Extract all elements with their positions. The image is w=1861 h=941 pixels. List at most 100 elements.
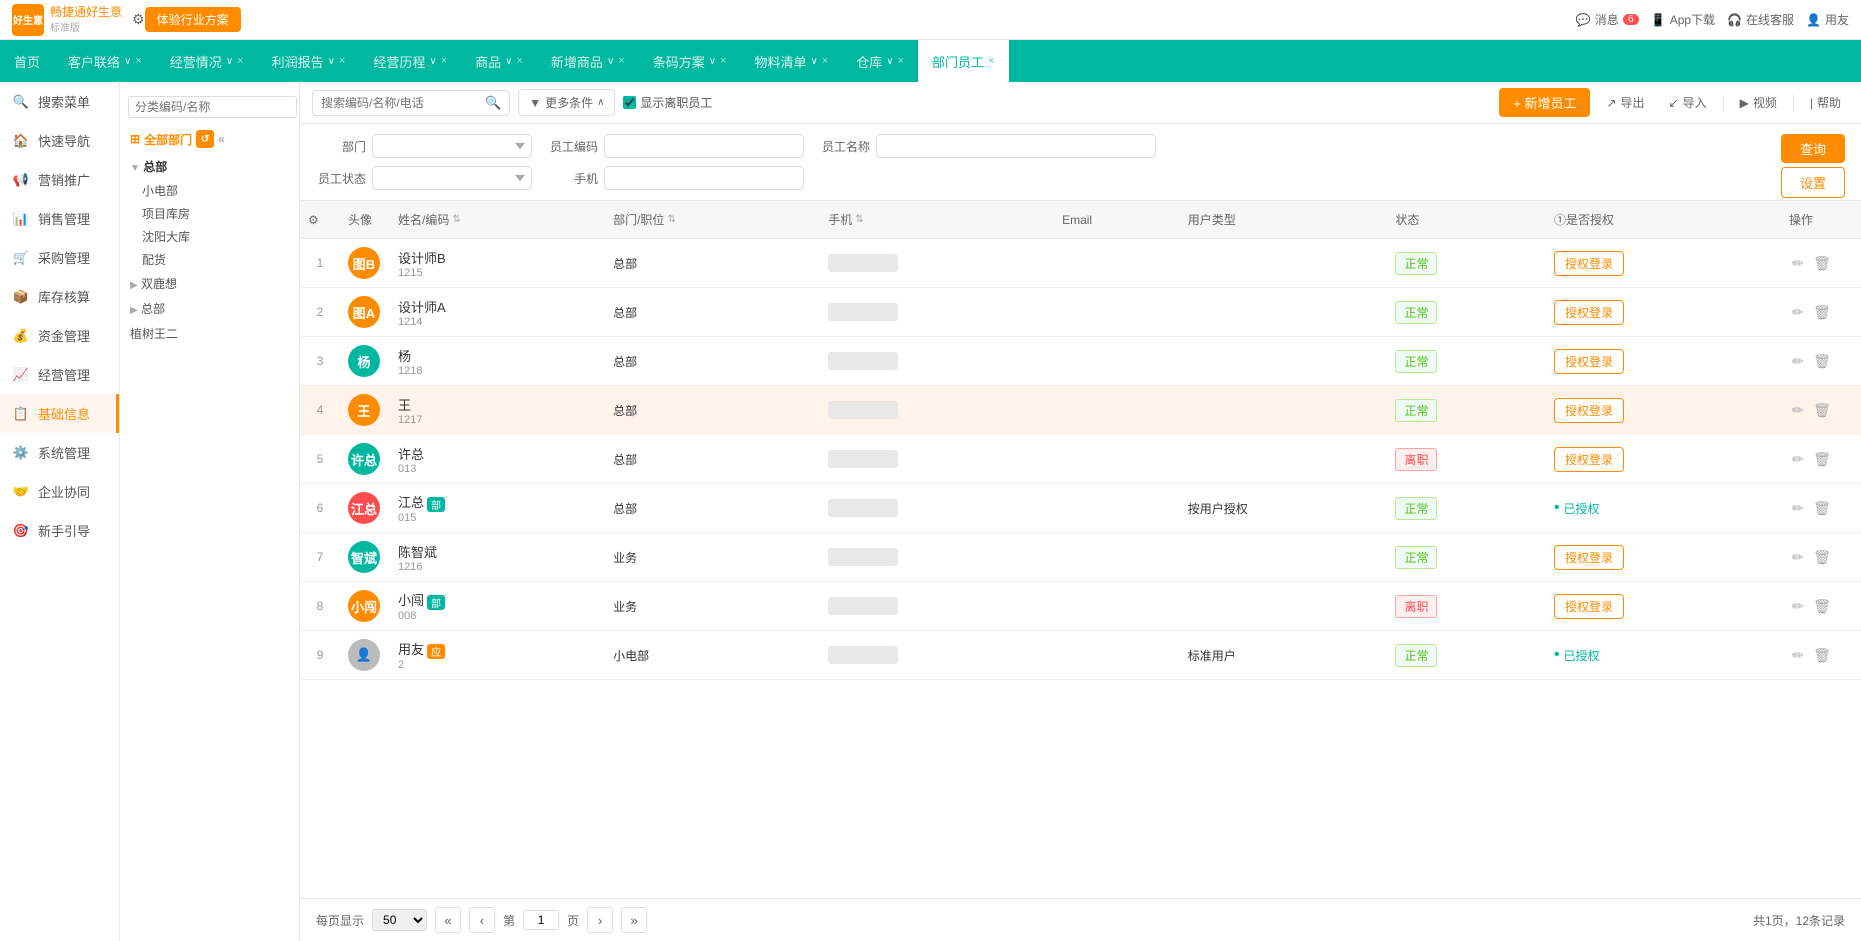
- navtab-close[interactable]: ×: [339, 55, 345, 67]
- sidebar-item-sales[interactable]: 📊 销售管理: [0, 199, 119, 238]
- sidebar-item-purchase[interactable]: 🛒 采购管理: [0, 238, 119, 277]
- dept-child-xiangmu[interactable]: 项目库房: [120, 202, 299, 225]
- prev-page-btn[interactable]: ‹: [469, 907, 495, 933]
- delete-btn[interactable]: 🗑: [1810, 500, 1834, 516]
- auth-login-btn[interactable]: 授权登录: [1554, 447, 1624, 472]
- next-page-btn[interactable]: ›: [587, 907, 613, 933]
- auth-login-btn[interactable]: 授权登录: [1554, 251, 1624, 276]
- show-resigned-label[interactable]: 显示离职员工: [623, 94, 712, 111]
- gear-icon[interactable]: ⚙: [132, 11, 145, 28]
- navtab-利润报告[interactable]: 利润报告∨ ×: [258, 40, 360, 82]
- navtab-close[interactable]: ×: [822, 55, 828, 67]
- dept-refresh-btn[interactable]: ↺: [196, 130, 214, 148]
- search-icon[interactable]: 🔍: [485, 95, 501, 111]
- navtab-商品[interactable]: 商品∨ ×: [461, 40, 537, 82]
- page-number-input[interactable]: [523, 910, 559, 930]
- delete-btn[interactable]: 🗑: [1810, 304, 1834, 320]
- navtab-close[interactable]: ×: [441, 55, 447, 67]
- first-page-btn[interactable]: «: [435, 907, 461, 933]
- navtab-close[interactable]: ×: [720, 55, 726, 67]
- auth-login-btn[interactable]: 授权登录: [1554, 545, 1624, 570]
- edit-btn[interactable]: ✏: [1789, 549, 1807, 565]
- dept-group-zongbu[interactable]: ▶ 总部: [120, 296, 299, 321]
- sidebar-item-finance[interactable]: 💰 资金管理: [0, 316, 119, 355]
- add-employee-btn[interactable]: + 新增员工: [1499, 88, 1590, 117]
- th-dept[interactable]: 部门/职位⇅: [605, 201, 820, 239]
- sidebar-item-operation[interactable]: 📈 经营管理: [0, 355, 119, 394]
- show-resigned-checkbox[interactable]: [623, 96, 636, 109]
- sidebar-item-cooperation[interactable]: 🤝 企业协同: [0, 472, 119, 511]
- dept-child-shenyang[interactable]: 沈阳大库: [120, 225, 299, 248]
- edit-btn[interactable]: ✏: [1789, 402, 1807, 418]
- more-conditions-btn[interactable]: ▼ 更多条件 ∧: [518, 89, 615, 116]
- navtab-close[interactable]: ×: [516, 55, 522, 67]
- navtab-close[interactable]: ×: [135, 55, 141, 67]
- user-area[interactable]: 👤 用友: [1806, 11, 1849, 28]
- auth-login-btn[interactable]: 授权登录: [1554, 594, 1624, 619]
- employee-name-input[interactable]: [876, 134, 1156, 158]
- import-btn[interactable]: ↙ 导入: [1661, 90, 1715, 115]
- navtab-close[interactable]: ×: [237, 55, 243, 67]
- delete-btn[interactable]: 🗑: [1810, 451, 1834, 467]
- trial-button[interactable]: 体验行业方案: [145, 7, 241, 32]
- sidebar-item-inventory[interactable]: 📦 库存核算: [0, 277, 119, 316]
- navtab-close[interactable]: ×: [898, 55, 904, 67]
- navtab-物料清单[interactable]: 物料清单∨ ×: [740, 40, 842, 82]
- video-btn[interactable]: ▶ 视频: [1732, 90, 1785, 115]
- edit-btn[interactable]: ✏: [1789, 451, 1807, 467]
- delete-btn[interactable]: 🗑: [1810, 353, 1834, 369]
- edit-btn[interactable]: ✏: [1789, 500, 1807, 516]
- dept-child-xiaodian[interactable]: 小电部: [120, 179, 299, 202]
- dept-search-input[interactable]: [128, 96, 297, 118]
- edit-btn[interactable]: ✏: [1789, 353, 1807, 369]
- page-size-select[interactable]: 50 20 100: [372, 909, 427, 931]
- navtab-新增商品[interactable]: 新增商品∨ ×: [537, 40, 639, 82]
- dept-collapse-btn[interactable]: «: [218, 132, 225, 146]
- sidebar-item-system[interactable]: ⚙️ 系统管理: [0, 433, 119, 472]
- query-btn[interactable]: 查询: [1781, 134, 1845, 163]
- navtab-close[interactable]: ×: [988, 55, 994, 67]
- sidebar-item-search-menu[interactable]: 🔍 搜索菜单: [0, 82, 119, 121]
- delete-btn[interactable]: 🗑: [1810, 647, 1834, 663]
- navtab-首页[interactable]: 首页: [0, 40, 54, 82]
- th-phone[interactable]: 手机⇅: [820, 201, 1054, 239]
- navtab-部门员工[interactable]: 部门员工 ×: [918, 40, 1008, 82]
- delete-btn[interactable]: 🗑: [1810, 549, 1834, 565]
- edit-btn[interactable]: ✏: [1789, 304, 1807, 320]
- th-name-code[interactable]: 姓名/编码⇅: [390, 201, 605, 239]
- sidebar-item-guide[interactable]: 🎯 新手引导: [0, 511, 119, 550]
- navtab-经营历程[interactable]: 经营历程∨ ×: [359, 40, 461, 82]
- dept-group-zhishu[interactable]: 植树王二: [120, 321, 299, 346]
- dept-group-head[interactable]: ▼ 总部: [120, 154, 299, 179]
- export-btn[interactable]: ↗ 导出: [1598, 90, 1652, 115]
- message-btn[interactable]: 💬 消息 6: [1576, 11, 1639, 28]
- auth-login-btn[interactable]: 授权登录: [1554, 349, 1624, 374]
- delete-btn[interactable]: 🗑: [1810, 255, 1834, 271]
- edit-btn[interactable]: ✏: [1789, 255, 1807, 271]
- edit-btn[interactable]: ✏: [1789, 647, 1807, 663]
- auth-login-btn[interactable]: 授权登录: [1554, 398, 1624, 423]
- employee-code-input[interactable]: [604, 134, 804, 158]
- sidebar-item-marketing[interactable]: 📢 营销推广: [0, 160, 119, 199]
- help-btn[interactable]: | 帮助: [1802, 90, 1849, 115]
- online-service-btn[interactable]: 🎧 在线客服: [1727, 11, 1794, 28]
- navtab-客户联络[interactable]: 客户联络∨ ×: [54, 40, 156, 82]
- set-btn[interactable]: 设置: [1781, 167, 1845, 198]
- sidebar-item-basic-info[interactable]: 📋 基础信息: [0, 394, 119, 433]
- settings-icon[interactable]: ⚙: [308, 213, 319, 227]
- navtab-close[interactable]: ×: [618, 55, 624, 67]
- edit-btn[interactable]: ✏: [1789, 598, 1807, 614]
- auth-login-btn[interactable]: 授权登录: [1554, 300, 1624, 325]
- sidebar-item-quick-nav[interactable]: 🏠 快速导航: [0, 121, 119, 160]
- employee-status-select[interactable]: [372, 166, 532, 190]
- delete-btn[interactable]: 🗑: [1810, 402, 1834, 418]
- navtab-条码方案[interactable]: 条码方案∨ ×: [639, 40, 741, 82]
- navtab-仓库[interactable]: 仓库∨ ×: [842, 40, 918, 82]
- dept-child-peihuo[interactable]: 配货: [120, 248, 299, 271]
- delete-btn[interactable]: 🗑: [1810, 598, 1834, 614]
- search-input[interactable]: [321, 96, 481, 110]
- dept-select[interactable]: [372, 134, 532, 158]
- last-page-btn[interactable]: »: [621, 907, 647, 933]
- all-dept-header[interactable]: ⊞ 全部部门 ↺ «: [120, 124, 299, 154]
- navtab-经营情况[interactable]: 经营情况∨ ×: [156, 40, 258, 82]
